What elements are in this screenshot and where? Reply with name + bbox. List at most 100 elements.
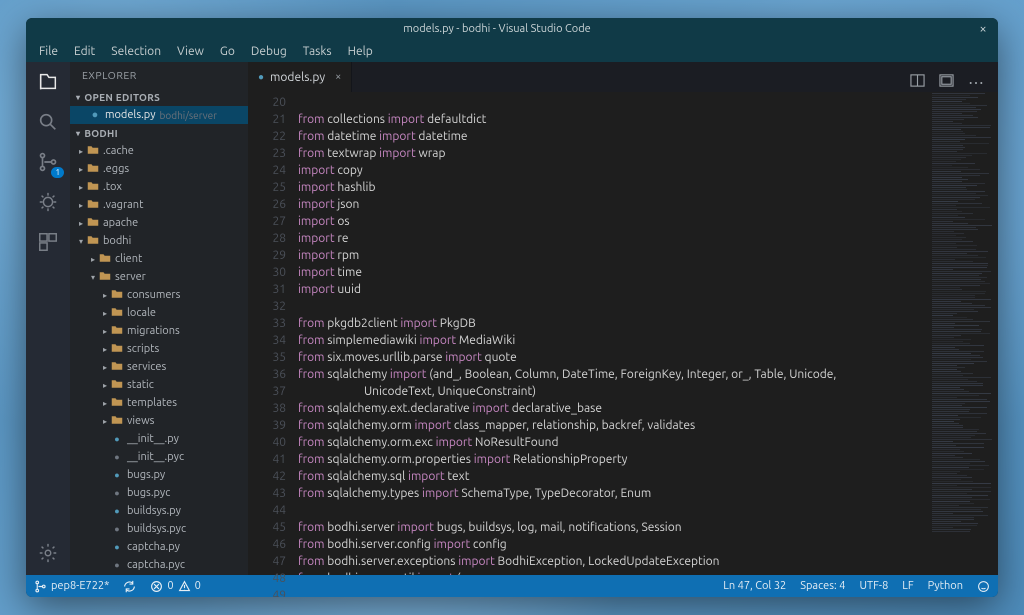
folder-templates[interactable]: templates <box>70 394 248 412</box>
warnings-count: 0 <box>195 580 201 592</box>
search-icon[interactable] <box>36 110 60 134</box>
sync-item[interactable] <box>123 580 136 593</box>
file-captcha-py[interactable]: ●captcha.py <box>70 538 248 556</box>
tree-item-label: captcha.py <box>127 541 180 553</box>
sidebar: EXPLORER OPEN EDITORS ● models.py bodhi/… <box>70 62 248 575</box>
menu-help[interactable]: Help <box>341 43 380 60</box>
folder--vagrant[interactable]: .vagrant <box>70 196 248 214</box>
tree-item-label: buildsys.py <box>127 505 181 517</box>
file-buildsys-py[interactable]: ●buildsys.py <box>70 502 248 520</box>
close-button[interactable]: × <box>968 22 998 36</box>
folder-icon <box>86 180 100 195</box>
settings-icon[interactable] <box>36 541 60 565</box>
folder-server[interactable]: server <box>70 268 248 286</box>
folder-services[interactable]: services <box>70 358 248 376</box>
menu-file[interactable]: File <box>32 43 65 60</box>
py-icon: ● <box>110 542 124 552</box>
activity-bar: 1 <box>26 62 70 575</box>
folder-icon <box>86 234 100 249</box>
tree-item-label: .cache <box>103 145 134 157</box>
menu-selection[interactable]: Selection <box>104 43 168 60</box>
file-__init__-pyc[interactable]: ●__init__.pyc <box>70 448 248 466</box>
file-bugs-pyc[interactable]: ●bugs.pyc <box>70 484 248 502</box>
open-editors-header[interactable]: OPEN EDITORS <box>70 88 248 106</box>
split-editor-icon[interactable] <box>910 73 925 92</box>
more-actions-icon[interactable]: ⋯ <box>968 73 984 92</box>
tree-item-label: static <box>127 379 154 391</box>
menu-view[interactable]: View <box>170 43 211 60</box>
folder-locale[interactable]: locale <box>70 304 248 322</box>
tab-close-icon[interactable]: × <box>335 71 341 83</box>
layout-icon[interactable] <box>939 73 954 92</box>
tree-item-label: migrations <box>127 325 180 337</box>
pyc-icon: ● <box>110 488 124 498</box>
code-editor[interactable]: 2021222324252627282930313233343536373839… <box>248 92 998 575</box>
folder-static[interactable]: static <box>70 376 248 394</box>
workbench-body: 1 EXPLORER OPEN EDITORS ● models.py bodh… <box>26 62 998 575</box>
tree-item-label: apache <box>103 217 138 229</box>
folder-icon <box>110 306 124 321</box>
menu-edit[interactable]: Edit <box>67 43 102 60</box>
tree-item-label: captcha.pyc <box>127 559 185 571</box>
folder-apache[interactable]: apache <box>70 214 248 232</box>
py-icon: ● <box>110 470 124 480</box>
titlebar[interactable]: models.py - bodhi - Visual Studio Code × <box>26 18 998 40</box>
language-mode[interactable]: Python <box>928 580 963 593</box>
tree-item-label: .tox <box>103 181 122 193</box>
folder-scripts[interactable]: scripts <box>70 340 248 358</box>
folder-migrations[interactable]: migrations <box>70 322 248 340</box>
editor-group: ● models.py × ⋯ 202122232425262728293031… <box>248 62 998 575</box>
folder-bodhi[interactable]: bodhi <box>70 232 248 250</box>
folder-views[interactable]: views <box>70 412 248 430</box>
menu-tasks[interactable]: Tasks <box>296 43 339 60</box>
folder--tox[interactable]: .tox <box>70 178 248 196</box>
editor-actions: ⋯ <box>896 73 998 92</box>
folder--cache[interactable]: .cache <box>70 142 248 160</box>
folder-icon <box>110 396 124 411</box>
file-captcha-pyc[interactable]: ●captcha.pyc <box>70 556 248 574</box>
folder-icon <box>86 162 100 177</box>
debug-icon[interactable] <box>36 190 60 214</box>
folder-client[interactable]: client <box>70 250 248 268</box>
tree-item-label: bugs.pyc <box>127 487 170 499</box>
encoding[interactable]: UTF-8 <box>859 580 888 593</box>
problems-item[interactable]: 0 0 <box>150 580 200 593</box>
folder-icon <box>110 378 124 393</box>
code-content[interactable]: from collections import defaultdictfrom … <box>298 92 928 575</box>
folder-icon <box>110 414 124 429</box>
git-branch-item[interactable]: pep8-E722* <box>34 580 109 593</box>
extensions-icon[interactable] <box>36 230 60 254</box>
sidebar-title: EXPLORER <box>70 62 248 88</box>
tree-item-label: locale <box>127 307 156 319</box>
menu-go[interactable]: Go <box>213 43 242 60</box>
eol[interactable]: LF <box>902 580 913 593</box>
tab-label: models.py <box>270 71 325 84</box>
file-buildsys-pyc[interactable]: ●buildsys.pyc <box>70 520 248 538</box>
branch-name: pep8-E722* <box>51 580 109 592</box>
file-bugs-py[interactable]: ●bugs.py <box>70 466 248 484</box>
cursor-position[interactable]: Ln 47, Col 32 <box>723 580 786 593</box>
open-editor-item[interactable]: ● models.py bodhi/server <box>70 106 248 124</box>
status-bar: pep8-E722* 0 0 Ln 47, Col 32 Spaces: 4 U… <box>26 575 998 597</box>
folder-consumers[interactable]: consumers <box>70 286 248 304</box>
scm-badge: 1 <box>51 167 64 178</box>
indentation[interactable]: Spaces: 4 <box>800 580 845 593</box>
explorer-icon[interactable] <box>36 70 60 94</box>
menu-debug[interactable]: Debug <box>244 43 294 60</box>
tree-item-label: client <box>115 253 142 265</box>
menubar: FileEditSelectionViewGoDebugTasksHelp <box>26 40 998 62</box>
minimap[interactable] <box>928 92 998 575</box>
folder-icon <box>110 342 124 357</box>
tree-item-label: buildsys.pyc <box>127 523 186 535</box>
editor-tab-models[interactable]: ● models.py × <box>248 62 352 92</box>
tree-item-label: bugs.py <box>127 469 165 481</box>
folder-icon <box>110 360 124 375</box>
folder--eggs[interactable]: .eggs <box>70 160 248 178</box>
folder-icon <box>86 216 100 231</box>
file-__init__-py[interactable]: ●__init__.py <box>70 430 248 448</box>
folder-icon <box>110 288 124 303</box>
feedback-icon[interactable] <box>977 580 990 593</box>
pyc-icon: ● <box>110 560 124 570</box>
source-control-icon[interactable]: 1 <box>36 150 60 174</box>
project-header[interactable]: BODHI <box>70 124 248 142</box>
